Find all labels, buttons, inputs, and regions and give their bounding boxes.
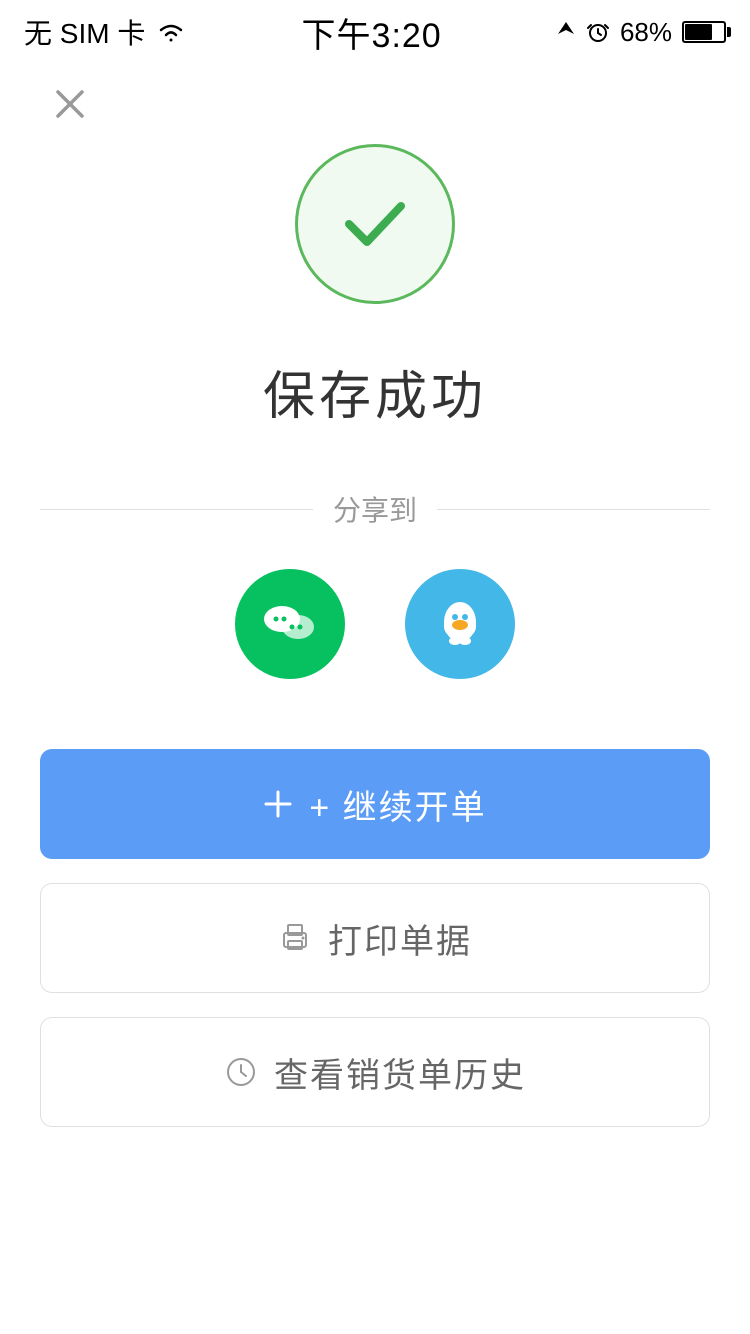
carrier-text: 无 SIM 卡 (24, 12, 145, 52)
qq-icon (428, 592, 493, 657)
battery-percent: 68% (620, 17, 672, 48)
battery-icon (682, 21, 726, 43)
checkmark-icon (335, 184, 415, 264)
wifi-icon (155, 20, 187, 44)
status-left: 无 SIM 卡 (24, 12, 187, 52)
wechat-icon (258, 597, 323, 652)
print-button[interactable]: 打印单据 (40, 883, 710, 993)
close-button[interactable] (40, 74, 100, 134)
continue-label: + 继续开单 (309, 780, 486, 829)
qq-share-button[interactable] (405, 569, 515, 679)
print-icon (278, 921, 312, 955)
success-title: 保存成功 (263, 354, 487, 429)
history-label: 查看销货单历史 (274, 1048, 526, 1097)
share-section: 分享到 (0, 489, 750, 679)
print-label: 打印单据 (328, 914, 472, 963)
plus-icon (263, 789, 293, 819)
history-icon (224, 1055, 258, 1089)
success-circle (295, 144, 455, 304)
share-divider: 分享到 (40, 489, 710, 529)
continue-button[interactable]: + 继续开单 (40, 749, 710, 859)
share-label: 分享到 (333, 489, 417, 529)
share-icons (40, 569, 710, 679)
location-icon (556, 20, 576, 44)
alarm-icon (586, 20, 610, 44)
status-right: 68% (556, 17, 726, 48)
history-button[interactable]: 查看销货单历史 (40, 1017, 710, 1127)
wechat-share-button[interactable] (235, 569, 345, 679)
status-time: 下午3:20 (302, 8, 442, 57)
action-buttons: + 继续开单 打印单据 查看销货单历史 (0, 749, 750, 1127)
status-bar: 无 SIM 卡 下午3:20 68% (0, 0, 750, 64)
main-content: 保存成功 分享到 (0, 64, 750, 1127)
